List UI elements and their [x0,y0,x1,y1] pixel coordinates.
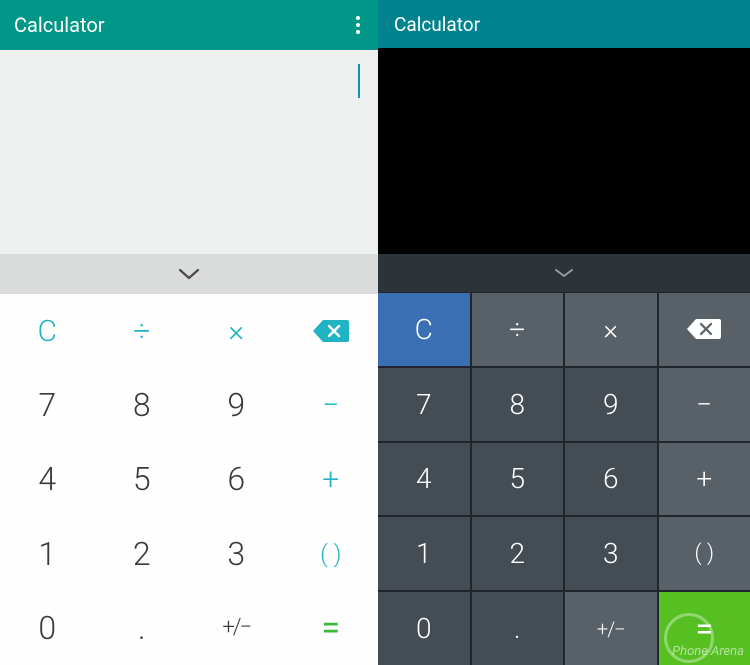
keypad: C ÷ × 7 8 9 − 4 5 6 + 1 2 3 ( ) 0 . +/− … [0,294,378,665]
titlebar: Calculator [378,0,750,48]
clear-button[interactable]: C [378,293,470,366]
nine-button[interactable]: 9 [189,368,284,442]
plus-minus-button[interactable]: +/− [565,592,657,665]
plus-button[interactable]: + [659,443,750,516]
two-button[interactable]: 2 [472,517,564,590]
keypad: C ÷ × 7 8 9 − 4 5 6 + 1 2 3 ( ) 0 . +/− … [378,292,750,665]
parentheses-button[interactable]: ( ) [284,517,379,591]
minus-button[interactable]: − [284,368,379,442]
expand-handle[interactable] [0,254,378,294]
seven-button[interactable]: 7 [0,368,95,442]
zero-button[interactable]: 0 [0,591,95,665]
six-button[interactable]: 6 [189,442,284,516]
backspace-icon [685,317,723,341]
zero-button[interactable]: 0 [378,592,470,665]
plus-minus-button[interactable]: +/− [189,591,284,665]
divide-button[interactable]: ÷ [95,294,190,368]
overflow-menu-icon[interactable] [352,10,364,40]
three-button[interactable]: 3 [565,517,657,590]
nine-button[interactable]: 9 [565,368,657,441]
expand-handle[interactable] [378,254,750,292]
five-button[interactable]: 5 [95,442,190,516]
backspace-icon [311,318,351,344]
text-cursor [358,64,360,98]
one-button[interactable]: 1 [0,517,95,591]
backspace-button[interactable] [659,293,750,366]
calculator-light: Calculator C ÷ × 7 8 9 − 4 5 6 + 1 2 3 [0,0,378,665]
chevron-down-icon [177,267,201,281]
four-button[interactable]: 4 [0,442,95,516]
clear-button[interactable]: C [0,294,95,368]
parentheses-button[interactable]: ( ) [659,517,750,590]
eight-button[interactable]: 8 [472,368,564,441]
five-button[interactable]: 5 [472,443,564,516]
plus-button[interactable]: + [284,442,379,516]
three-button[interactable]: 3 [189,517,284,591]
calculator-dark: Calculator C ÷ × 7 8 9 − 4 5 6 + 1 2 3 (… [378,0,750,665]
multiply-button[interactable]: × [189,294,284,368]
equals-button[interactable]: = [284,591,379,665]
seven-button[interactable]: 7 [378,368,470,441]
display-area[interactable] [0,50,378,254]
decimal-button[interactable]: . [95,591,190,665]
app-title: Calculator [14,13,105,37]
chevron-down-icon [553,267,575,279]
titlebar: Calculator [0,0,378,50]
one-button[interactable]: 1 [378,517,470,590]
multiply-button[interactable]: × [565,293,657,366]
app-title: Calculator [394,13,480,36]
eight-button[interactable]: 8 [95,368,190,442]
display-area[interactable] [378,48,750,254]
equals-button[interactable]: = [659,592,750,665]
divide-button[interactable]: ÷ [472,293,564,366]
two-button[interactable]: 2 [95,517,190,591]
six-button[interactable]: 6 [565,443,657,516]
decimal-button[interactable]: . [472,592,564,665]
four-button[interactable]: 4 [378,443,470,516]
backspace-button[interactable] [284,294,379,368]
minus-button[interactable]: − [659,368,750,441]
